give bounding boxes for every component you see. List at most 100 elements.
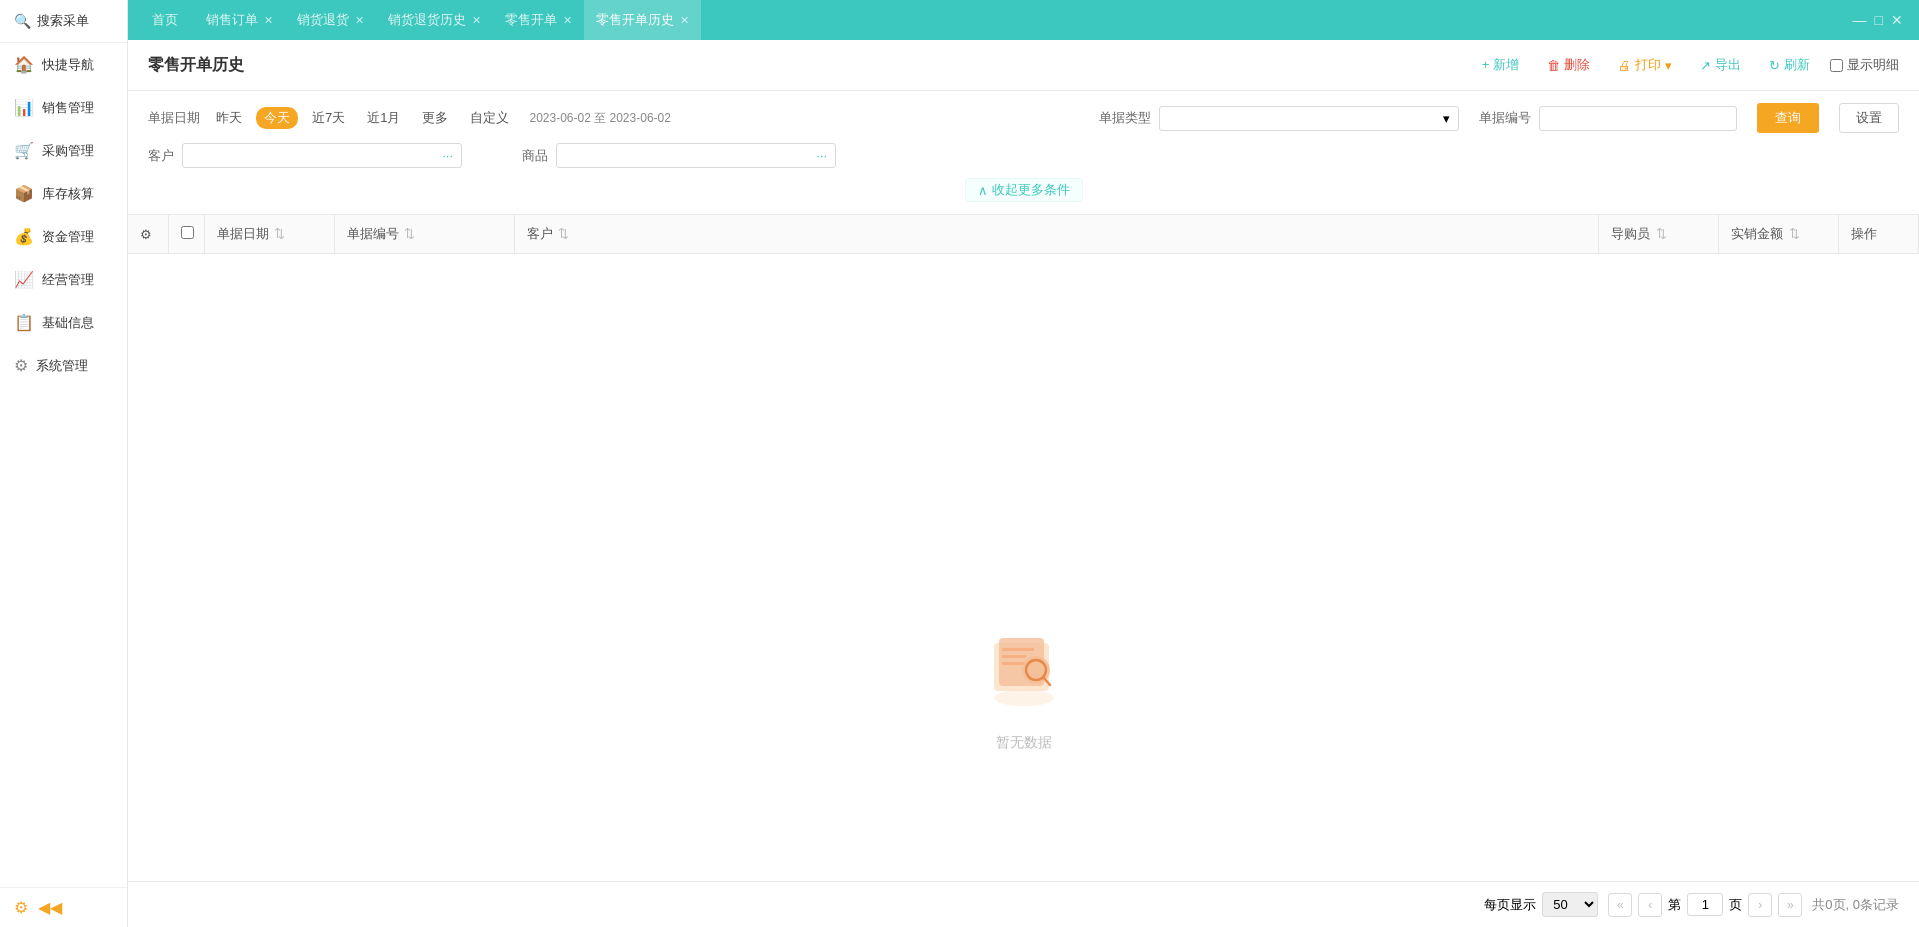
date-opt-1month[interactable]: 近1月 — [359, 107, 408, 129]
finance-mgmt-label: 资金管理 — [42, 228, 94, 246]
basic-info-icon: 📋 — [14, 313, 34, 332]
print-icon: 🖨 — [1618, 58, 1631, 73]
doc-type-field: 单据类型 ▾ — [1099, 106, 1459, 131]
goods-field: 商品 ··· — [522, 143, 836, 168]
home-tab-label: 首页 — [152, 11, 178, 29]
delete-button[interactable]: 🗑 删除 — [1539, 52, 1598, 78]
sidebar-item-quick-nav[interactable]: 🏠 快捷导航 — [0, 43, 127, 86]
sales-return-tab[interactable]: 销货退货 ✕ — [285, 0, 376, 40]
prev-page-button[interactable]: ‹ — [1638, 893, 1662, 917]
goods-ellipsis-icon[interactable]: ··· — [816, 148, 827, 163]
sidebar-item-sales-mgmt[interactable]: 📊销售管理 — [0, 86, 127, 129]
th-date[interactable]: 单据日期 ⇅ — [204, 215, 334, 254]
th-amount[interactable]: 实销金额 ⇅ — [1719, 215, 1839, 254]
th-customer[interactable]: 客户 ⇅ — [514, 215, 1599, 254]
display-cols-input[interactable] — [1830, 59, 1843, 72]
last-page-button[interactable]: » — [1778, 893, 1802, 917]
page-size-label: 每页显示 — [1484, 896, 1536, 914]
svg-rect-4 — [1002, 655, 1026, 658]
search-button[interactable]: 🔍 搜索采单 — [0, 0, 127, 43]
retail-order-history-tab[interactable]: 零售开单历史 ✕ — [584, 0, 701, 40]
date-opt-today[interactable]: 今天 — [256, 107, 298, 129]
trash-icon: 🗑 — [1547, 58, 1560, 73]
th-settings[interactable]: ⚙ — [128, 215, 168, 254]
page-size-select: 每页显示 10 20 50 100 — [1484, 892, 1598, 917]
date-opt-7days[interactable]: 近7天 — [304, 107, 353, 129]
print-button[interactable]: 🖨 打印 ▾ — [1610, 52, 1680, 78]
select-all-checkbox[interactable] — [181, 226, 194, 239]
amount-sort-icon: ⇅ — [1789, 226, 1800, 241]
date-opt-custom[interactable]: 自定义 — [462, 107, 517, 129]
refresh-button[interactable]: ↻ 刷新 — [1761, 52, 1818, 78]
retail-order-tab[interactable]: 零售开单✕ — [493, 0, 584, 40]
sidebar-item-inventory[interactable]: 📦库存核算 — [0, 172, 127, 215]
th-guide[interactable]: 导购员 ⇅ — [1599, 215, 1719, 254]
system-mgmt-label: 系统管理 — [36, 357, 88, 375]
collapse-icon[interactable]: ◀◀ — [38, 898, 62, 917]
add-button[interactable]: + 新增 — [1474, 52, 1527, 78]
export-icon: ↗ — [1700, 58, 1711, 73]
customer-field: 客户 ··· — [148, 143, 462, 168]
search-icon: 🔍 — [14, 13, 31, 29]
sidebar-item-operation-mgmt[interactable]: 📈 经营管理 — [0, 258, 127, 301]
window-close-icon[interactable]: ✕ — [1891, 12, 1903, 28]
next-page-button[interactable]: › — [1748, 893, 1772, 917]
sales-return-tab-close-icon[interactable]: ✕ — [355, 14, 364, 27]
goods-label: 商品 — [522, 147, 548, 165]
retail-order-tab-close-icon[interactable]: ✕ — [563, 14, 572, 27]
display-cols-checkbox[interactable]: 显示明细 — [1830, 56, 1899, 74]
first-page-button[interactable]: « — [1608, 893, 1632, 917]
page-number-input[interactable] — [1687, 893, 1723, 916]
settings-icon[interactable]: ⚙ — [14, 898, 28, 917]
date-filter-field: 单据日期 昨天 今天 近7天 近1月 更多 自定义 2023-06-02 至 2… — [148, 107, 671, 129]
th-sn[interactable]: 单据编号 ⇅ — [334, 215, 514, 254]
operation-mgmt-icon: 📈 — [14, 270, 34, 289]
quick-nav-icon: 🏠 — [14, 55, 34, 74]
collapse-button[interactable]: ∧ 收起更多条件 — [965, 178, 1083, 202]
filter-row-1: 单据日期 昨天 今天 近7天 近1月 更多 自定义 2023-06-02 至 2… — [148, 103, 1899, 133]
page-size-dropdown[interactable]: 10 20 50 100 — [1542, 892, 1598, 917]
page-header: 零售开单历史 + 新增 🗑 删除 🖨 打印 ▾ ↗ 导出 ↻ 刷新 显 — [128, 40, 1919, 91]
window-minimize-icon[interactable]: — — [1853, 12, 1867, 28]
date-range: 2023-06-02 至 2023-06-02 — [529, 110, 670, 127]
basic-info-label: 基础信息 — [42, 314, 94, 332]
home-tab[interactable]: 首页 — [136, 0, 194, 40]
sales-order-tab[interactable]: 销售订单✕ — [194, 0, 285, 40]
page-total: 共0页, 0条记录 — [1812, 896, 1899, 914]
th-checkbox[interactable] — [168, 215, 204, 254]
sidebar-item-finance-mgmt[interactable]: 💰资金管理 — [0, 215, 127, 258]
sales-order-tab-close-icon[interactable]: ✕ — [264, 14, 273, 27]
doc-no-input[interactable] — [1548, 111, 1728, 126]
query-button[interactable]: 查询 — [1757, 103, 1819, 133]
sidebar-nav: 🏠 快捷导航 📊销售管理🛒采购管理📦库存核算💰资金管理 📈 经营管理 📋 基础信息 ⚙系统管理 — [0, 43, 127, 887]
quick-nav-label: 快捷导航 — [42, 56, 94, 74]
print-chevron-icon: ▾ — [1665, 58, 1672, 73]
pagination-bar: 每页显示 10 20 50 100 « ‹ 第 页 › » 共0页, 0条记录 — [128, 881, 1919, 927]
operation-mgmt-label: 经营管理 — [42, 271, 94, 289]
sidebar-item-purchase-mgmt[interactable]: 🛒采购管理 — [0, 129, 127, 172]
sidebar-item-basic-info[interactable]: 📋 基础信息 — [0, 301, 127, 344]
sales-return-history-tab-close-icon[interactable]: ✕ — [472, 14, 481, 27]
retail-order-history-tab-label: 零售开单历史 — [596, 11, 674, 29]
doc-type-label: 单据类型 — [1099, 109, 1151, 127]
customer-ellipsis-icon[interactable]: ··· — [442, 148, 453, 163]
date-sort-icon: ⇅ — [274, 226, 285, 241]
sn-sort-icon: ⇅ — [404, 226, 415, 241]
table-container: ⚙ 单据日期 ⇅ 单据编号 ⇅ 客户 — [128, 215, 1919, 488]
retail-order-history-tab-close-icon[interactable]: ✕ — [680, 14, 689, 27]
doc-type-chevron-icon: ▾ — [1443, 111, 1450, 126]
sales-mgmt-icon: 📊 — [14, 98, 34, 117]
sales-return-tab-label: 销货退货 — [297, 11, 349, 29]
inventory-icon: 📦 — [14, 184, 34, 203]
export-button[interactable]: ↗ 导出 — [1692, 52, 1749, 78]
goods-input[interactable] — [565, 148, 812, 163]
date-opt-yesterday[interactable]: 昨天 — [208, 107, 250, 129]
settings-button[interactable]: 设置 — [1839, 103, 1899, 133]
window-maximize-icon[interactable]: □ — [1875, 12, 1883, 28]
sidebar-item-system-mgmt[interactable]: ⚙系统管理 — [0, 344, 127, 387]
sales-return-history-tab[interactable]: 销货退货历史✕ — [376, 0, 493, 40]
empty-text: 暂无数据 — [996, 734, 1052, 752]
date-opt-more[interactable]: 更多 — [414, 107, 456, 129]
customer-input[interactable] — [191, 148, 438, 163]
doc-type-select[interactable]: ▾ — [1159, 106, 1459, 131]
